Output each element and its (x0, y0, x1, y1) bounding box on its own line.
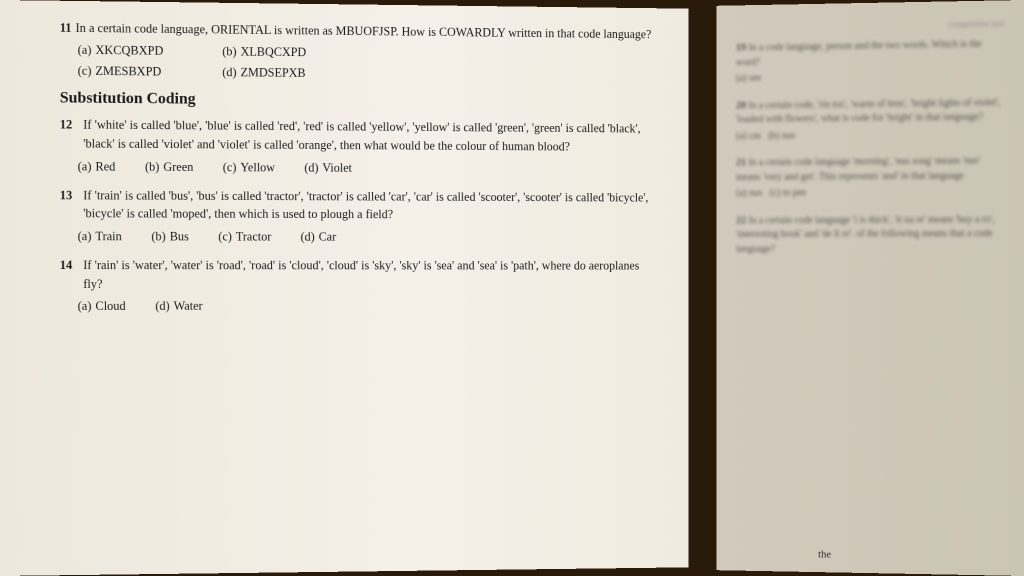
right-page-header: competitive test (736, 18, 1004, 33)
q11-opt-b-value: XLBQCXPD (241, 42, 307, 61)
q11-option-d: (d) ZMDSEPXB (222, 63, 306, 82)
q14-number: 14 (60, 256, 72, 275)
q14-text: If 'rain' is 'water', 'water' is 'road',… (83, 256, 660, 293)
q11-option-a: (a) XKCQBXPD (78, 41, 164, 61)
rq19-opt-a: (a) see (736, 68, 1004, 86)
q12-option-a: (a) Red (78, 157, 116, 176)
left-page: 11 In a certain code language, ORIENTAL … (0, 0, 688, 576)
q12-option-b: (b) Green (145, 158, 193, 177)
q14-options-partial: (a) Cloud (d) Water (78, 297, 660, 316)
q13-opt-c-value: Tractor (236, 228, 272, 247)
q11-options: (a) XKCQBXPD (c) ZMESBXPD (b) XLBQCXPD (… (78, 41, 660, 86)
q11-text: In a certain code language, ORIENTAL is … (76, 19, 660, 44)
q13-options: (a) Train (b) Bus (c) Tractor (d) Car (78, 227, 660, 247)
q12-option-c: (c) Yellow (223, 158, 275, 177)
q12-option-d: (d) Violet (304, 158, 352, 177)
q12-opt-d-value: Violet (322, 159, 352, 178)
q11-number: 11 (60, 19, 72, 38)
q11-opt-c-label: (c) (78, 61, 92, 80)
q12-text: If 'white' is called 'blue', 'blue' is c… (83, 116, 660, 157)
q14-opt-a-label: (a) (78, 297, 92, 316)
q12-opt-d-label: (d) (304, 158, 318, 177)
right-question-22: 22 In a certain code language 'i is thic… (736, 212, 1004, 257)
q11-option-c: (c) ZMESBXPD (78, 61, 164, 80)
q12-opt-c-value: Yellow (240, 158, 275, 177)
q11-col-right: (b) XLBQCXPD (d) ZMDSEPXB (222, 42, 306, 82)
q14-opt-d-label: (d) (155, 297, 169, 316)
book-spread: 11 In a certain code language, ORIENTAL … (0, 0, 1024, 576)
q13-opt-d-value: Car (319, 228, 337, 247)
right-question-19: 19 In a code language, person and the tw… (736, 36, 1004, 86)
q13-opt-b-label: (b) (151, 227, 165, 246)
q12-opt-b-value: Green (163, 158, 193, 177)
rq20-number: 20 (736, 100, 746, 111)
right-page: competitive test 19 In a code language, … (717, 0, 1024, 576)
question-13: 13 If 'train' is called 'bus', 'bus' is … (60, 186, 660, 247)
q13-opt-b-value: Bus (170, 227, 189, 246)
q13-opt-c-label: (c) (218, 228, 232, 247)
q13-option-c: (c) Tractor (218, 228, 271, 247)
q11-opt-a-value: XKCQBXPD (95, 41, 163, 60)
rq21-text: In a certain code language 'morning', 'n… (736, 155, 980, 182)
q11-opt-c-value: ZMESBXPD (95, 61, 161, 80)
q13-option-d: (d) Car (301, 228, 337, 247)
question-12: 12 If 'white' is called 'blue', 'blue' i… (60, 116, 660, 179)
q13-opt-a-label: (a) (78, 227, 92, 246)
q13-option-b: (b) Bus (151, 227, 188, 246)
question-14: 14 If 'rain' is 'water', 'water' is 'roa… (60, 256, 660, 316)
q13-text: If 'train' is called 'bus', 'bus' is cal… (83, 186, 660, 225)
q12-number: 12 (60, 116, 72, 135)
rq19-text: In a code language, person and the two w… (736, 39, 982, 68)
rq22-number: 22 (736, 215, 746, 226)
q13-opt-a-value: Train (95, 227, 121, 246)
q14-opt-d-value: Water (174, 297, 203, 316)
right-question-20: 20 In a certain code, 'rin tos', 'warm o… (736, 95, 1004, 144)
question-11: 11 In a certain code language, ORIENTAL … (60, 19, 660, 86)
rq20-opts: (a) cm (b) nus (736, 127, 1004, 144)
q14-opt-a-value: Cloud (95, 297, 125, 316)
q13-opt-d-label: (d) (301, 228, 315, 247)
q12-opt-a-label: (a) (78, 157, 92, 176)
q11-opt-a-label: (a) (78, 41, 92, 60)
q11-opt-b-label: (b) (222, 42, 236, 61)
rq19-number: 19 (736, 43, 746, 54)
q13-option-a: (a) Train (78, 227, 122, 246)
rq22-text: In a certain code language 'i is thick',… (736, 214, 994, 255)
q11-opt-d-value: ZMDSEPXB (241, 63, 306, 82)
bottom-text: the (818, 548, 831, 560)
right-question-21: 21 In a certain code language 'morning',… (736, 153, 1004, 201)
q14-option-a: (a) Cloud (78, 297, 126, 316)
rq20-text: In a certain code, 'rin tos', 'warm of b… (736, 97, 1001, 125)
section-heading: Substitution Coding (60, 90, 660, 113)
q12-opt-c-label: (c) (223, 158, 237, 177)
rq21-number: 21 (736, 157, 746, 168)
q12-options: (a) Red (b) Green (c) Yellow (d) Violet (78, 157, 660, 179)
rq21-opts: (a) nus (c) to pee (736, 185, 1004, 201)
q14-option-d: (d) Water (155, 297, 202, 316)
q11-col-left: (a) XKCQBXPD (c) ZMESBXPD (78, 41, 164, 81)
q13-number: 13 (60, 186, 72, 205)
q12-opt-b-label: (b) (145, 158, 159, 177)
q11-option-b: (b) XLBQCXPD (222, 42, 306, 61)
q11-opt-d-label: (d) (222, 63, 236, 82)
q12-opt-a-value: Red (95, 157, 115, 176)
